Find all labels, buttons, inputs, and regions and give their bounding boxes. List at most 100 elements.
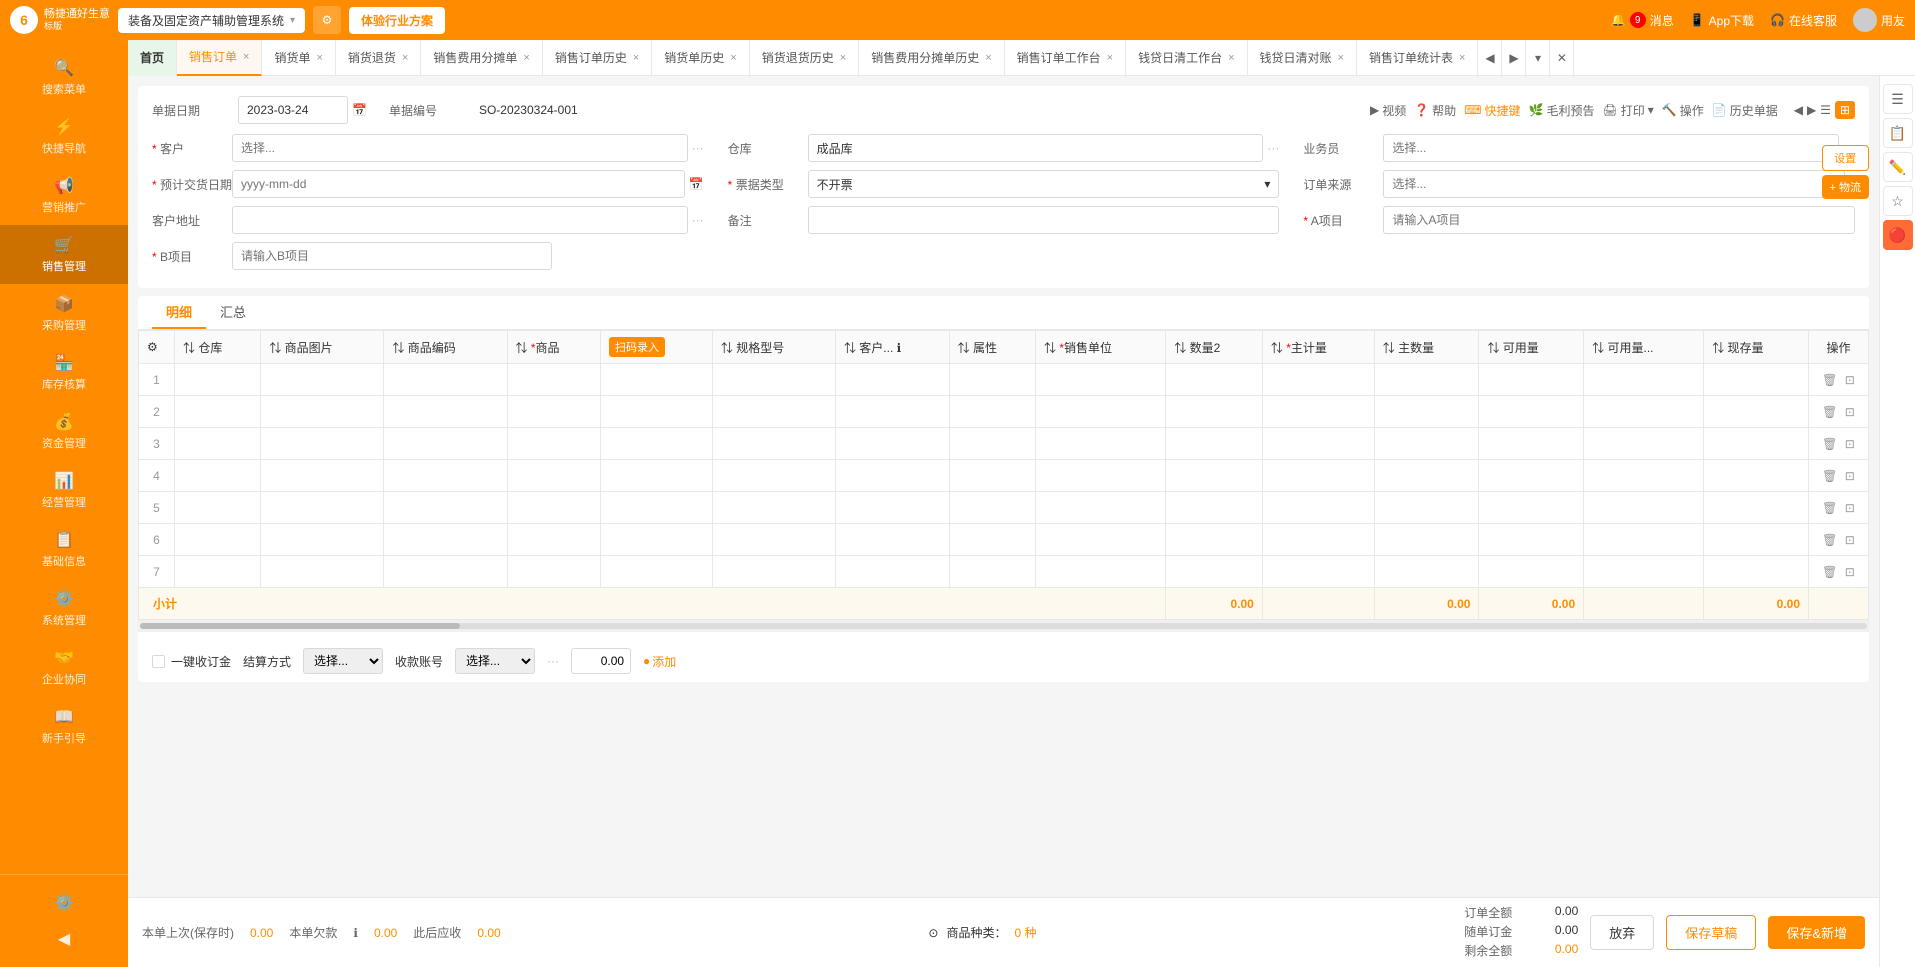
row-2-avail-qty2[interactable]	[1584, 396, 1704, 428]
row-1-qty2[interactable]	[1166, 364, 1263, 396]
app-download-button[interactable]: 📱 App下载	[1690, 12, 1754, 29]
receipt-account-select[interactable]: 选择...	[455, 648, 535, 674]
tab-nav-more[interactable]: ▾	[1526, 40, 1550, 76]
row-2-copy-icon[interactable]: ⊡	[1845, 405, 1855, 419]
tab-close-all[interactable]: ✕	[1550, 40, 1574, 76]
solution-button[interactable]: 体验行业方案	[349, 7, 445, 34]
save-new-button[interactable]: 保存&新增	[1768, 916, 1865, 949]
col-product-code[interactable]: ⇅ 商品编码	[384, 331, 507, 364]
tab-return-close[interactable]: ×	[402, 52, 408, 64]
col-warehouse[interactable]: ⇅ 仓库	[175, 331, 261, 364]
tab-order-history[interactable]: 销售订单历史 ×	[543, 40, 652, 76]
topbar-settings-button[interactable]: ⚙	[313, 6, 341, 34]
tab-return-history-close[interactable]: ×	[840, 52, 846, 64]
right-panel-layout-btn[interactable]: ☰	[1883, 84, 1913, 114]
settlement-select[interactable]: 选择...	[303, 648, 383, 674]
col-stock-qty[interactable]: ⇅ 现存量	[1704, 331, 1809, 364]
sub-tab-detail[interactable]: 明细	[152, 296, 206, 329]
tab-order-workbench[interactable]: 销售订单工作台 ×	[1005, 40, 1126, 76]
row-2-code[interactable]	[384, 396, 507, 428]
row-5-delete-icon[interactable]: 🗑	[1822, 501, 1837, 515]
col-spec[interactable]: ⇅ 规格型号	[712, 331, 835, 364]
tab-order-history-close[interactable]: ×	[633, 52, 639, 64]
save-draft-button[interactable]: 保存草稿	[1666, 915, 1756, 950]
warehouse-more-icon[interactable]: ···	[1267, 141, 1279, 155]
tab-return-history[interactable]: 销货退货历史 ×	[750, 40, 859, 76]
sidebar-item-inventory[interactable]: 🏪 库存核算	[0, 343, 128, 402]
date-input[interactable]	[238, 96, 348, 124]
row-1-main-qty[interactable]	[1374, 364, 1479, 396]
sidebar-item-search[interactable]: 🔍 搜索菜单	[0, 48, 128, 107]
tab-cost-history-close[interactable]: ×	[985, 52, 991, 64]
quick-collect-checkbox[interactable]	[152, 655, 165, 668]
tab-nav-prev[interactable]: ◀	[1478, 40, 1502, 76]
system-name-selector[interactable]: 装备及固定资产辅助管理系统 ▾	[118, 8, 305, 33]
layout-btn-4[interactable]: ⊞	[1835, 101, 1855, 119]
row-2-avail-qty[interactable]	[1479, 396, 1584, 428]
history-button[interactable]: 📄 历史单据	[1712, 102, 1778, 119]
row-1-avail-qty2[interactable]	[1584, 364, 1704, 396]
warehouse-input[interactable]	[808, 134, 1264, 162]
col-avail-qty2[interactable]: ⇅ 可用量...	[1584, 331, 1704, 364]
row-1-main-unit[interactable]	[1262, 364, 1374, 396]
right-panel-clipboard-btn[interactable]: 📋	[1883, 118, 1913, 148]
profit-button[interactable]: 🌿 毛利预告	[1529, 102, 1595, 119]
sidebar-item-enterprise[interactable]: 🤝 企业协同	[0, 638, 128, 697]
address-more-icon[interactable]: ···	[692, 213, 704, 227]
dots-icon[interactable]: ···	[547, 654, 559, 668]
customer-more-icon[interactable]: ···	[692, 141, 704, 155]
tab-bill-history-close[interactable]: ×	[730, 52, 736, 64]
sidebar-item-purchase[interactable]: 📦 采购管理	[0, 284, 128, 343]
address-input[interactable]	[232, 206, 688, 234]
table-scrollbar[interactable]	[138, 620, 1869, 632]
setup-button[interactable]: 设置	[1822, 145, 1869, 171]
row-3-copy-icon[interactable]: ⊡	[1845, 437, 1855, 451]
col-unit[interactable]: ⇅ *销售单位	[1036, 331, 1166, 364]
row-4-delete-icon[interactable]: 🗑	[1822, 469, 1837, 483]
discard-button[interactable]: 放弃	[1590, 915, 1654, 950]
user-avatar-button[interactable]: 用友	[1853, 8, 1905, 32]
col-scan[interactable]: 扫码录入	[601, 331, 713, 364]
shortcut-button[interactable]: ⌨ 快捷键	[1464, 102, 1520, 119]
tab-sales-bill[interactable]: 销货单 ×	[262, 40, 335, 76]
col-product-img[interactable]: ⇅ 商品图片	[261, 331, 384, 364]
tab-cost-split-close[interactable]: ×	[523, 52, 529, 64]
tab-reconciliation-close[interactable]: ×	[1338, 52, 1344, 64]
row-2-attr[interactable]	[949, 396, 1035, 428]
staff-input[interactable]	[1383, 134, 1839, 162]
col-settings[interactable]: ⚙	[139, 331, 175, 364]
row-2-scan[interactable]	[601, 396, 713, 428]
tab-home[interactable]: 首页	[128, 40, 177, 76]
tab-daily-workbench[interactable]: 钱贷日清工作台 ×	[1126, 40, 1247, 76]
tab-order-workbench-close[interactable]: ×	[1107, 52, 1113, 64]
scan-input-button[interactable]: 扫码录入	[609, 337, 665, 357]
view-button[interactable]: ▶ 视频	[1370, 102, 1406, 119]
row-6-delete-icon[interactable]: 🗑	[1822, 533, 1837, 547]
tab-daily-workbench-close[interactable]: ×	[1228, 52, 1234, 64]
tab-cost-history[interactable]: 销售费用分摊单历史 ×	[859, 40, 1004, 76]
sidebar-item-basics[interactable]: 📋 基础信息	[0, 520, 128, 579]
sidebar-collapse-button[interactable]: ◀	[0, 921, 128, 957]
row-2-spec[interactable]	[712, 396, 835, 428]
sidebar-item-quicknav[interactable]: ⚡ 快捷导航	[0, 107, 128, 166]
right-panel-edit-btn[interactable]: ✏️	[1883, 152, 1913, 182]
row-7-copy-icon[interactable]: ⊡	[1845, 565, 1855, 579]
tab-sales-order-close[interactable]: ×	[243, 51, 249, 63]
layout-btn-2[interactable]: ▶	[1807, 101, 1816, 119]
row-2-main-unit[interactable]	[1262, 396, 1374, 428]
tab-order-stats[interactable]: 销售订单统计表 ×	[1357, 40, 1478, 76]
help-button[interactable]: ❓ 帮助	[1414, 102, 1456, 119]
tab-nav-next[interactable]: ▶	[1502, 40, 1526, 76]
col-attr[interactable]: ⇅ 属性	[949, 331, 1035, 364]
tab-cost-split[interactable]: 销售费用分摊单 ×	[421, 40, 542, 76]
row-5-copy-icon[interactable]: ⊡	[1845, 501, 1855, 515]
row-1-customer-code[interactable]	[835, 364, 949, 396]
row-1-stock-qty[interactable]	[1704, 364, 1809, 396]
right-panel-star-btn[interactable]: ☆	[1883, 186, 1913, 216]
col-main-unit[interactable]: ⇅ *主计量	[1262, 331, 1374, 364]
row-1-delete-icon[interactable]: 🗑	[1822, 373, 1837, 387]
sidebar-item-sales[interactable]: 🛒 销售管理	[0, 225, 128, 284]
sub-tab-summary[interactable]: 汇总	[206, 296, 260, 329]
sidebar-item-finance[interactable]: 💰 资金管理	[0, 402, 128, 461]
order-source-input[interactable]	[1383, 170, 1845, 198]
